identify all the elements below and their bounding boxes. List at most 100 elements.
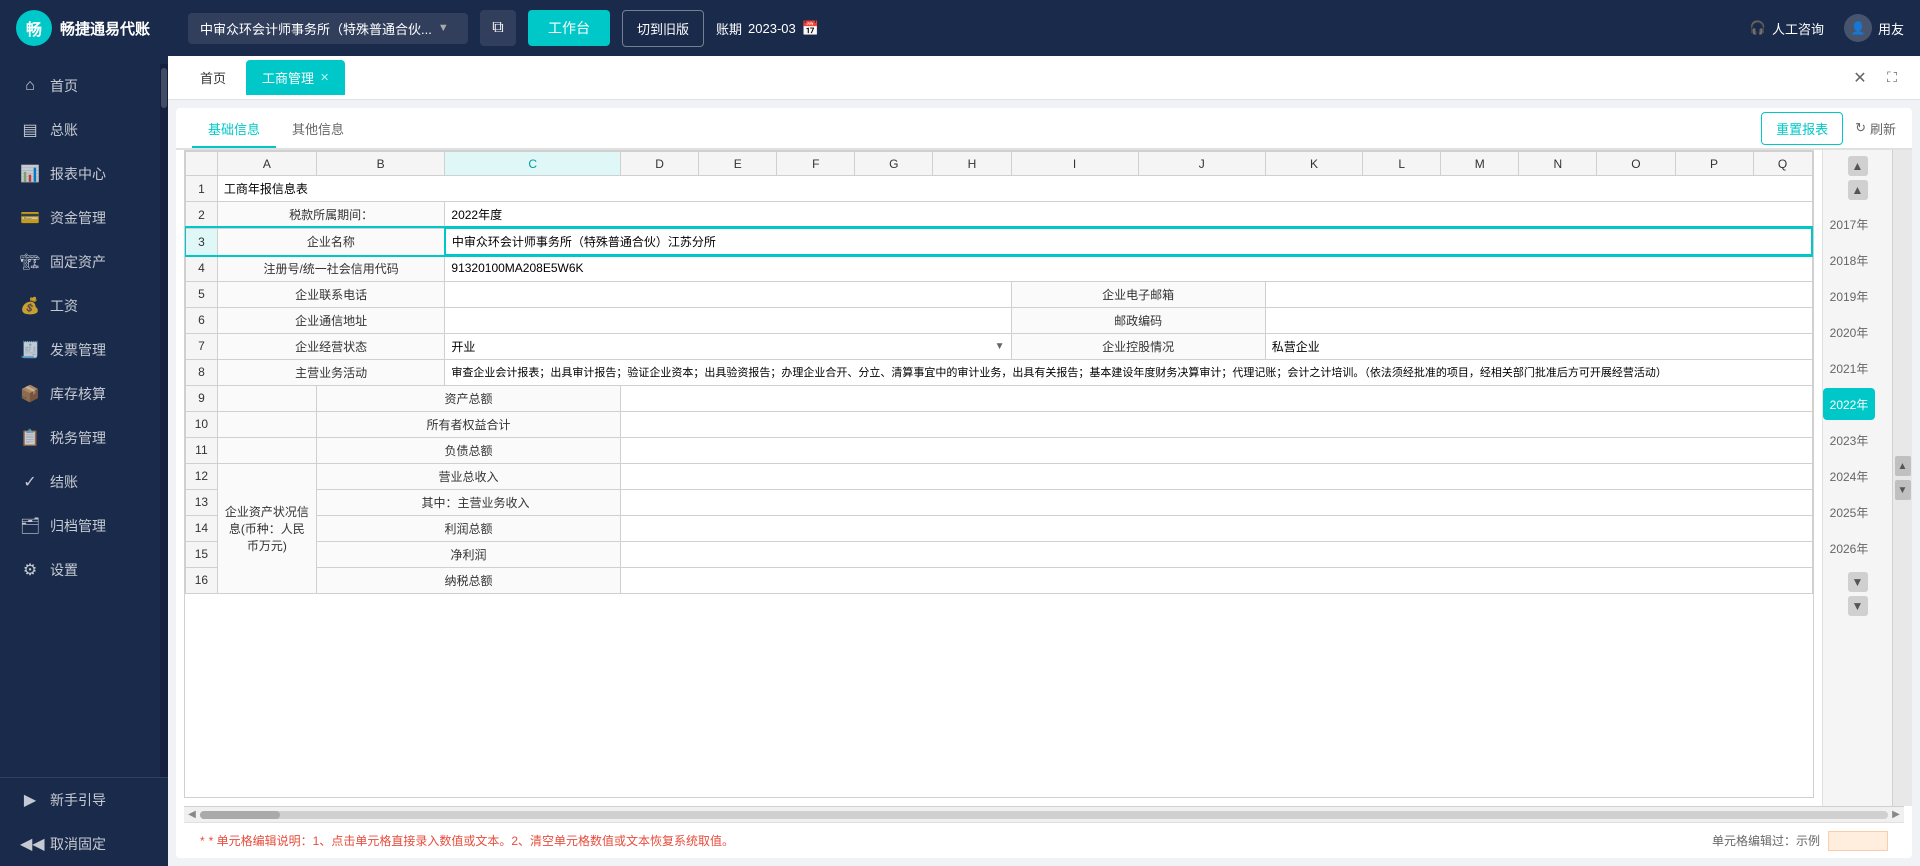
tax-total-value[interactable] [621,567,1812,593]
main-revenue-value[interactable] [621,489,1812,515]
sidebar-item-home[interactable]: ⌂ 首页 [0,64,160,108]
year-nav-down[interactable]: ▼ [1848,572,1868,592]
tab-home[interactable]: 首页 [184,60,242,95]
assets-label: 资产总额 [316,385,620,411]
col-d[interactable]: D [621,152,699,176]
sidebar-item-close[interactable]: ✓ 结账 [0,460,160,504]
col-k[interactable]: K [1265,152,1362,176]
year-2020[interactable]: 2020年 [1823,316,1875,348]
logo-area: 畅 畅捷通易代账 [16,10,176,46]
company-selector[interactable]: 中审众环会计师事务所（特殊普通合伙... ▼ [188,13,468,44]
col-h[interactable]: H [933,152,1011,176]
table-row: 2 税款所属期间： 2022年度 [186,202,1813,229]
assets-value[interactable] [621,385,1812,411]
holding-value[interactable]: 私营企业 [1265,333,1812,359]
scroll-right-button[interactable]: ▶ [1888,807,1904,823]
user-area[interactable]: 👤 用友 [1844,14,1904,42]
logo-text: 畅捷通易代账 [60,18,150,39]
refresh-button[interactable]: ↻ 刷新 [1855,119,1896,138]
period-value-cell[interactable]: 2022年度 [445,202,1812,229]
scroll-track[interactable] [200,811,1888,819]
close-window-button[interactable]: ✕ [1848,66,1872,90]
net-profit-value[interactable] [621,541,1812,567]
col-q[interactable]: Q [1753,152,1812,176]
sidebar-item-assets[interactable]: 🏗 固定资产 [0,240,160,284]
sidebar-item-label: 取消固定 [50,834,106,854]
col-a[interactable]: A [217,152,316,176]
subtab-basic[interactable]: 基础信息 [192,111,276,148]
col-l[interactable]: L [1363,152,1441,176]
calendar-icon[interactable]: 📅 [802,20,819,37]
col-i[interactable]: I [1011,152,1138,176]
sidebar-item-guide[interactable]: ▶ 新手引导 [0,778,168,822]
sidebar-item-invoice[interactable]: 🧾 发票管理 [0,328,160,372]
year-nav-up[interactable]: ▲ [1848,156,1868,176]
workbench-button[interactable]: 工作台 [528,10,610,46]
col-e[interactable]: E [699,152,777,176]
col-f[interactable]: F [777,152,855,176]
sidebar-item-label: 新手引导 [50,790,106,810]
year-2025[interactable]: 2025年 [1823,496,1875,528]
sub-tab-actions: 重置报表 ↻ 刷新 [1761,112,1896,145]
year-nav-down2[interactable]: ▼ [1848,596,1868,616]
horizontal-scrollbar[interactable]: ◀ ▶ [184,806,1904,822]
collapse-down-button[interactable]: ▼ [1895,480,1911,500]
copy-button[interactable]: ⧉ [480,10,516,46]
email-value[interactable] [1265,281,1812,307]
sidebar-item-ledger[interactable]: ▤ 总账 [0,108,160,152]
maximize-button[interactable]: ⛶ [1880,66,1904,90]
col-b[interactable]: B [316,152,445,176]
col-c[interactable]: C [445,152,621,176]
year-nav-up2[interactable]: ▲ [1848,180,1868,200]
service-label: 人工咨询 [1772,19,1824,38]
tab-commerce[interactable]: 工商管理 ✕ [246,60,345,95]
biz-status-value[interactable]: 开业 ▼ [445,333,1011,359]
year-2022[interactable]: 2022年 [1823,388,1875,420]
revenue-value[interactable] [621,463,1812,489]
sidebar-item-settings[interactable]: ⚙ 设置 [0,548,160,592]
profit-value[interactable] [621,515,1812,541]
sidebar-scrollbar[interactable] [160,64,168,777]
sidebar-item-archive[interactable]: 🗂 归档管理 [0,504,160,548]
address-value[interactable] [445,307,1011,333]
col-o[interactable]: O [1597,152,1675,176]
col-g[interactable]: G [855,152,933,176]
year-2018[interactable]: 2018年 [1823,244,1875,276]
liabilities-label: 负债总额 [316,437,620,463]
phone-value[interactable] [445,281,1011,307]
close-tab-icon[interactable]: ✕ [320,71,329,84]
equity-value[interactable] [621,411,1812,437]
reg-no-value[interactable]: 91320100MA208E5W6K [445,255,1812,281]
year-2019[interactable]: 2019年 [1823,280,1875,312]
sub-tabs-area: 基础信息 其他信息 重置报表 ↻ 刷新 [176,108,1912,858]
table-title: 工商年报信息表 [217,176,1812,202]
year-2017[interactable]: 2017年 [1823,208,1875,240]
col-j[interactable]: J [1138,152,1265,176]
sidebar-item-unpin[interactable]: ◀◀ 取消固定 [0,822,168,866]
collapse-up-button[interactable]: ▲ [1895,456,1911,476]
year-2023[interactable]: 2023年 [1823,424,1875,456]
scroll-left-button[interactable]: ◀ [184,807,200,823]
reset-report-button[interactable]: 重置报表 [1761,112,1843,145]
spreadsheet-container[interactable]: A B C D E F G H I J [184,150,1814,798]
year-2024[interactable]: 2024年 [1823,460,1875,492]
subtab-other[interactable]: 其他信息 [276,111,360,148]
company-name-value[interactable]: 中审众环会计师事务所（特殊普通合伙）江苏分所 [445,228,1812,255]
postcode-value[interactable] [1265,307,1812,333]
service-button[interactable]: 🎧 人工咨询 [1750,19,1824,38]
sidebar-item-inventory[interactable]: 📦 库存核算 [0,372,160,416]
switch-version-button[interactable]: 切到旧版 [622,10,704,47]
year-2026[interactable]: 2026年 [1823,532,1875,564]
col-m[interactable]: M [1441,152,1519,176]
liabilities-value[interactable] [621,437,1812,463]
sidebar-item-reports[interactable]: 📊 报表中心 [0,152,160,196]
year-2021[interactable]: 2021年 [1823,352,1875,384]
col-p[interactable]: P [1675,152,1753,176]
sidebar-item-tax[interactable]: 📋 税务管理 [0,416,160,460]
table-row: 6 企业通信地址 邮政编码 [186,307,1813,333]
sidebar-item-salary[interactable]: 💰 工资 [0,284,160,328]
scroll-thumb[interactable] [200,811,280,819]
col-n[interactable]: N [1519,152,1597,176]
main-biz-value[interactable]: 审查企业会计报表；出具审计报告；验证企业资本；出具验资报告；办理企业合开、分立、… [445,359,1812,385]
sidebar-item-finance[interactable]: 💳 资金管理 [0,196,160,240]
